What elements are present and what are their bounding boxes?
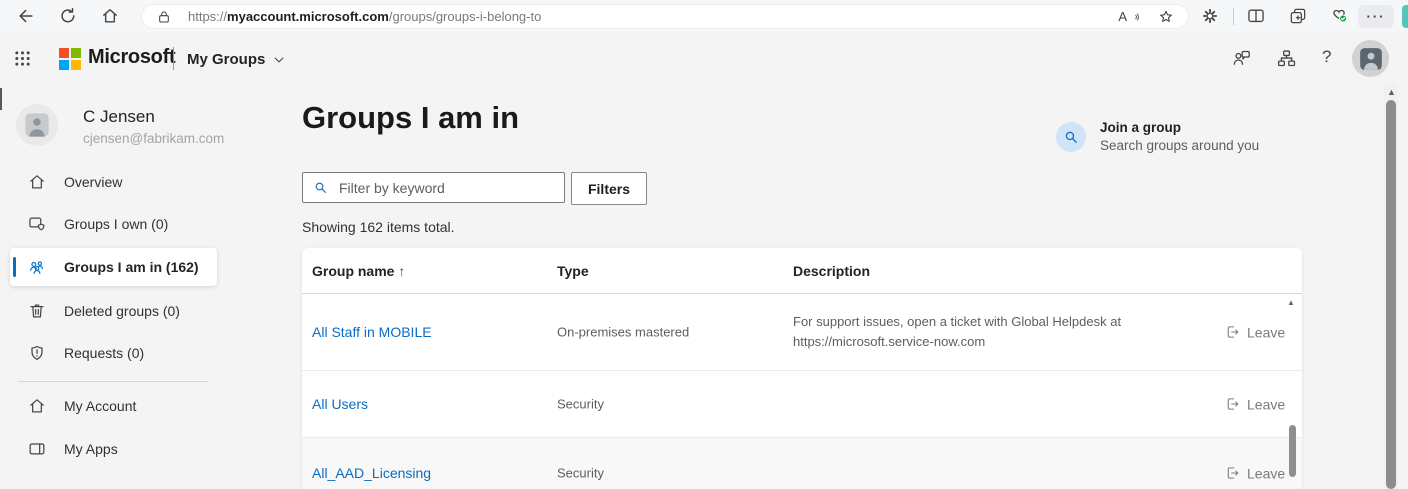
- user-email: cjensen@fabrikam.com: [83, 131, 224, 146]
- table-row: All Users Security Leave: [302, 371, 1302, 438]
- organization-icon[interactable]: [1276, 48, 1297, 69]
- sidebar-item-label: Groups I own (0): [64, 216, 168, 232]
- filter-input-box[interactable]: [302, 172, 565, 203]
- join-title: Join a group: [1100, 120, 1259, 135]
- brand-title[interactable]: Microsoft: [88, 46, 175, 69]
- group-name-link[interactable]: All_AAD_Licensing: [312, 465, 431, 481]
- read-aloud-icon[interactable]: A: [1118, 9, 1141, 24]
- app-header: Microsoft My Groups ?: [0, 33, 1408, 85]
- table-scrollbar-thumb[interactable]: [1289, 425, 1296, 477]
- sidebar-item-label: Deleted groups (0): [64, 303, 180, 319]
- page-scroll-up-icon[interactable]: ▲: [1387, 87, 1396, 97]
- column-header-group-name[interactable]: Group name ↑: [312, 263, 557, 279]
- sort-ascending-icon[interactable]: ↑: [398, 263, 405, 279]
- sidebar-item-label: Groups I am in (162): [64, 259, 199, 275]
- filter-input[interactable]: [337, 179, 541, 197]
- search-icon: [313, 180, 329, 196]
- lock-icon: [156, 9, 172, 25]
- apps-icon: [27, 439, 47, 459]
- page-title: Groups I am in: [302, 100, 519, 136]
- sidebar-item-groups-i-am-in[interactable]: Groups I am in (162): [10, 248, 217, 286]
- split-screen-icon[interactable]: [1246, 6, 1266, 26]
- sidebar-item-label: Requests (0): [64, 345, 144, 361]
- leave-button[interactable]: Leave: [1224, 396, 1285, 413]
- sidebar-item-requests[interactable]: Requests (0): [0, 332, 280, 374]
- page-scrollbar-thumb[interactable]: [1386, 100, 1396, 489]
- sidebar-item-my-account[interactable]: My Account: [0, 385, 280, 427]
- feedback-icon[interactable]: [1231, 48, 1252, 69]
- leave-icon: [1224, 465, 1241, 482]
- sidebar-item-label: My Apps: [64, 441, 118, 457]
- shield-icon: [27, 343, 47, 363]
- help-icon[interactable]: ?: [1322, 47, 1331, 67]
- table-header-row: Group name ↑ Type Description: [302, 248, 1302, 294]
- sidebar-divider: [18, 381, 208, 382]
- leave-icon: [1224, 324, 1241, 341]
- page-scrollbar[interactable]: ▲: [1384, 84, 1398, 489]
- sidebar-item-label: Overview: [64, 174, 122, 190]
- sidebar-item-groups-i-own[interactable]: Groups I own (0): [0, 203, 280, 245]
- header-divider: [173, 47, 174, 70]
- sidebar-item-overview[interactable]: Overview: [0, 161, 280, 203]
- group-name-link[interactable]: All Users: [312, 396, 368, 412]
- left-edge-scroll-artifact: [0, 88, 2, 110]
- selected-indicator: [13, 257, 16, 277]
- page-body: C Jensen cjensen@fabrikam.com Overview G…: [0, 84, 1408, 489]
- leave-button[interactable]: Leave: [1224, 465, 1285, 482]
- back-icon[interactable]: [16, 6, 36, 26]
- app-name-dropdown[interactable]: My Groups: [187, 51, 285, 68]
- column-header-description[interactable]: Description: [793, 263, 870, 279]
- edge-sidebar-sliver[interactable]: [1402, 5, 1408, 28]
- table-row: All_AAD_Licensing Security Leave: [302, 438, 1302, 489]
- address-bar[interactable]: https://myaccount.microsoft.com/groups/g…: [141, 4, 1189, 29]
- group-type: Security: [557, 397, 604, 412]
- more-menu-icon[interactable]: ···: [1358, 5, 1394, 28]
- microsoft-logo-icon[interactable]: [59, 48, 81, 70]
- user-name: C Jensen: [83, 107, 155, 127]
- leave-icon: [1224, 396, 1241, 413]
- leave-button[interactable]: Leave: [1224, 324, 1285, 341]
- filters-button[interactable]: Filters: [571, 172, 647, 205]
- table-scroll-up-icon[interactable]: ▲: [1287, 298, 1295, 307]
- refresh-icon[interactable]: [58, 6, 78, 26]
- home-icon[interactable]: [100, 6, 120, 26]
- sidebar-item-deleted-groups[interactable]: Deleted groups (0): [0, 290, 280, 332]
- groups-own-icon: [27, 214, 47, 234]
- people-icon: [27, 257, 47, 277]
- toolbar-divider: [1233, 8, 1234, 25]
- join-search-icon: [1056, 122, 1086, 152]
- extensions-icon[interactable]: [1200, 6, 1220, 26]
- app-launcher-waffle-icon[interactable]: [14, 50, 31, 67]
- join-subtitle: Search groups around you: [1100, 138, 1259, 153]
- join-a-group-button[interactable]: Join a group Search groups around you: [1056, 120, 1259, 153]
- home-icon: [27, 172, 47, 192]
- column-header-type[interactable]: Type: [557, 263, 793, 279]
- group-description: For support issues, open a ticket with G…: [793, 312, 1193, 352]
- home-icon: [27, 396, 47, 416]
- account-avatar[interactable]: [1352, 40, 1389, 77]
- groups-table: Group name ↑ Type Description All Staff …: [302, 248, 1302, 489]
- group-type: Security: [557, 466, 604, 481]
- browser-essentials-icon[interactable]: [1329, 6, 1349, 26]
- chevron-down-icon: [273, 54, 285, 66]
- group-name-link[interactable]: All Staff in MOBILE: [312, 324, 432, 340]
- group-type: On-premises mastered: [557, 325, 689, 340]
- table-row: All Staff in MOBILE On-premises mastered…: [302, 294, 1302, 371]
- sidebar-item-my-apps[interactable]: My Apps: [0, 428, 280, 470]
- sidebar-item-label: My Account: [64, 398, 136, 414]
- favorite-star-icon[interactable]: [1157, 8, 1175, 26]
- screen: https://myaccount.microsoft.com/groups/g…: [0, 0, 1408, 489]
- browser-toolbar: https://myaccount.microsoft.com/groups/g…: [0, 0, 1408, 34]
- items-summary: Showing 162 items total.: [302, 219, 455, 235]
- url-text[interactable]: https://myaccount.microsoft.com/groups/g…: [188, 9, 541, 24]
- trash-icon: [27, 301, 47, 321]
- user-avatar: [16, 104, 58, 146]
- collections-add-icon[interactable]: [1288, 6, 1308, 26]
